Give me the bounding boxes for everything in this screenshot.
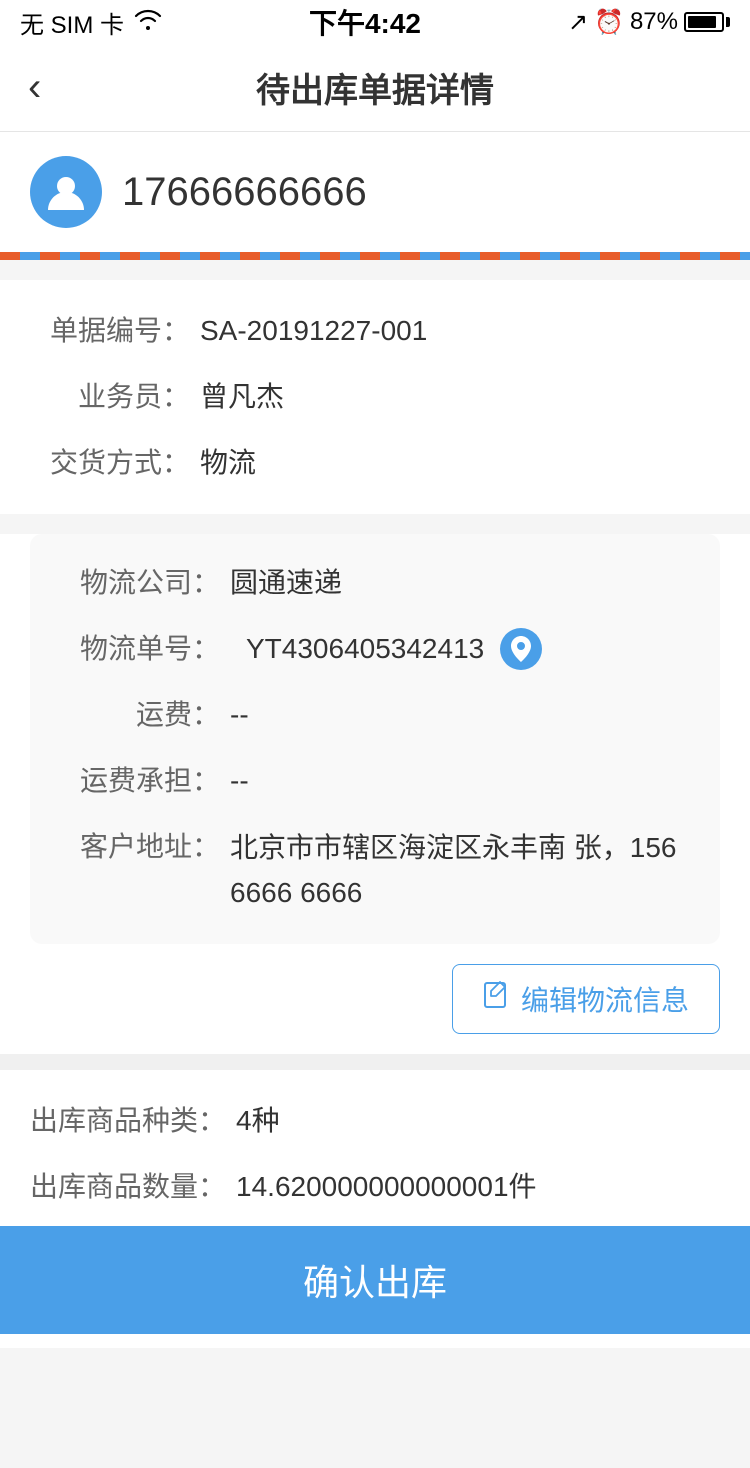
freight-value: -- bbox=[230, 694, 690, 736]
product-types-value: 4种 bbox=[236, 1100, 720, 1142]
order-number-row: 单据编号： SA-20191227-001 bbox=[30, 310, 720, 352]
user-header: 17666666666 bbox=[0, 132, 750, 252]
page-title: 待出库单据详情 bbox=[256, 63, 494, 112]
address-label: 客户地址： bbox=[60, 826, 220, 868]
salesman-label: 业务员： bbox=[30, 376, 190, 418]
confirm-button[interactable]: 确认出库 bbox=[0, 1226, 750, 1334]
alarm-icon: ⏰ bbox=[594, 8, 624, 37]
delivery-method-label: 交货方式： bbox=[30, 442, 190, 484]
salesman-row: 业务员： 曾凡杰 bbox=[30, 376, 720, 418]
freight-bearer-label: 运费承担： bbox=[60, 760, 220, 802]
battery-percent: 87% bbox=[630, 8, 678, 36]
freight-bearer-value: -- bbox=[230, 760, 690, 802]
edit-icon bbox=[483, 981, 511, 1016]
delivery-method-row: 交货方式： 物流 bbox=[30, 442, 720, 484]
logistics-section: 物流公司： 圆通速递 物流单号： YT4306405342413 运费： -- bbox=[0, 534, 750, 944]
location-icon[interactable] bbox=[500, 628, 542, 670]
carrier-label: 无 SIM 卡 bbox=[20, 5, 124, 40]
product-types-label: 出库商品种类： bbox=[30, 1100, 226, 1142]
address-row: 客户地址： 北京市市辖区海淀区永丰南 张，156 6666 6666 bbox=[60, 826, 690, 916]
delivery-method-value: 物流 bbox=[200, 442, 720, 484]
freight-row: 运费： -- bbox=[60, 694, 690, 736]
user-phone: 17666666666 bbox=[122, 170, 367, 215]
product-quantity-value: 14.620000000000001件 bbox=[236, 1166, 720, 1208]
order-number-label: 单据编号： bbox=[30, 310, 190, 352]
battery-icon bbox=[684, 12, 730, 32]
logistics-company-label: 物流公司： bbox=[60, 562, 220, 604]
status-left: 无 SIM 卡 bbox=[20, 5, 162, 40]
edit-logistics-button[interactable]: 编辑物流信息 bbox=[452, 964, 720, 1034]
status-time: 下午4:42 bbox=[309, 2, 421, 42]
back-button[interactable]: ‹ bbox=[28, 65, 41, 110]
freight-bearer-row: 运费承担： -- bbox=[60, 760, 690, 802]
stats-section: 出库商品种类： 4种 出库商品数量： 14.620000000000001件 bbox=[0, 1070, 750, 1238]
location-status-icon: ↗ bbox=[568, 8, 588, 37]
section-divider bbox=[0, 1054, 750, 1070]
edit-logistics-label: 编辑物流信息 bbox=[521, 979, 689, 1019]
basic-info-card: 单据编号： SA-20191227-001 业务员： 曾凡杰 交货方式： 物流 bbox=[0, 280, 750, 514]
edit-logistics-container: 编辑物流信息 bbox=[0, 944, 750, 1054]
address-value: 北京市市辖区海淀区永丰南 张，156 6666 6666 bbox=[230, 826, 690, 916]
product-quantity-row: 出库商品数量： 14.620000000000001件 bbox=[30, 1166, 720, 1208]
wifi-icon bbox=[134, 8, 162, 37]
product-types-row: 出库商品种类： 4种 bbox=[30, 1100, 720, 1142]
tracking-number-label: 物流单号： bbox=[60, 628, 220, 670]
nav-bar: ‹ 待出库单据详情 bbox=[0, 44, 750, 132]
product-quantity-label: 出库商品数量： bbox=[30, 1166, 226, 1208]
status-right: ↗ ⏰ 87% bbox=[568, 8, 730, 37]
status-bar: 无 SIM 卡 下午4:42 ↗ ⏰ 87% bbox=[0, 0, 750, 44]
logistics-card: 物流公司： 圆通速递 物流单号： YT4306405342413 运费： -- bbox=[30, 534, 720, 944]
order-number-value: SA-20191227-001 bbox=[200, 310, 720, 352]
confirm-button-label: 确认出库 bbox=[303, 1254, 447, 1306]
logistics-company-row: 物流公司： 圆通速递 bbox=[60, 562, 690, 604]
tracking-number-row: 物流单号： YT4306405342413 bbox=[60, 628, 690, 670]
freight-label: 运费： bbox=[60, 694, 220, 736]
avatar bbox=[30, 156, 102, 228]
dashed-divider bbox=[0, 252, 750, 260]
tracking-number-value: YT4306405342413 bbox=[246, 628, 690, 670]
logistics-company-value: 圆通速递 bbox=[230, 562, 690, 604]
salesman-value: 曾凡杰 bbox=[200, 376, 720, 418]
